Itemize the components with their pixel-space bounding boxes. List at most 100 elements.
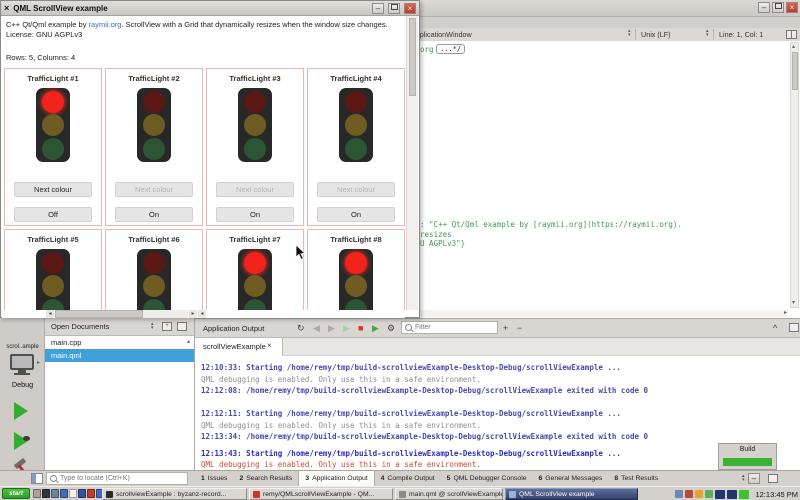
scroll-right-icon[interactable]: ▸ xyxy=(784,310,787,316)
toggle-button[interactable]: On xyxy=(317,207,395,222)
pane-button-general-messages[interactable]: 6 General Messages xyxy=(532,471,608,486)
qml-window-titlebar[interactable]: × QML ScrollView example – × xyxy=(1,1,419,16)
kit-selector-expand-icon[interactable]: ▸ xyxy=(37,360,40,366)
filter-field[interactable] xyxy=(401,321,498,334)
raymii-link[interactable]: raymii.org xyxy=(89,20,122,29)
tab-close-icon[interactable]: × xyxy=(267,341,272,350)
close-pane-icon[interactable] xyxy=(789,323,799,332)
editor-horizontal-scrollbar[interactable]: ▸ xyxy=(415,310,788,317)
list-scroll-up-icon[interactable]: ▴ xyxy=(187,339,190,345)
close-panel-icon[interactable] xyxy=(177,322,187,331)
red-lamp xyxy=(345,90,367,113)
forward-icon[interactable]: ▶ xyxy=(328,320,335,337)
launcher-media-player[interactable] xyxy=(87,489,95,498)
next-colour-button[interactable]: Next colour xyxy=(317,182,395,197)
tray-volume[interactable] xyxy=(675,490,684,498)
scrollbar-thumb[interactable] xyxy=(792,52,798,90)
zoom-in-icon[interactable]: + xyxy=(503,320,508,337)
line-ending-dropdown-icon[interactable]: ▴ ▾ xyxy=(706,29,709,37)
scrollbar-thumb[interactable] xyxy=(55,310,143,318)
debug-run-button[interactable] xyxy=(14,432,30,450)
tray-clipboard[interactable] xyxy=(695,490,704,498)
toolbar-separator xyxy=(635,29,636,40)
tray-network[interactable] xyxy=(705,490,714,498)
scroll-up-icon[interactable]: ▴ xyxy=(792,44,795,50)
sort-icon[interactable]: ▴ ▾ xyxy=(151,322,154,330)
output-tab-label: scrollViewExample xyxy=(203,342,266,351)
zoom-out-icon[interactable]: − xyxy=(517,320,522,337)
show-panel-icon[interactable] xyxy=(768,474,778,483)
next-colour-button[interactable]: Next colour xyxy=(14,182,92,197)
back-icon[interactable]: ◀ xyxy=(313,320,320,337)
launcher-file-manager[interactable] xyxy=(51,489,59,498)
task-button[interactable]: remy/QMLscrollViewExample - QM... xyxy=(249,488,393,500)
settings-gear-icon[interactable]: ⚙ xyxy=(387,320,395,337)
toggle-button[interactable]: On xyxy=(216,207,294,222)
tray-workspace-1[interactable] xyxy=(715,489,726,499)
symbol-selector[interactable]: ApplicationWindow xyxy=(411,30,472,39)
run-button[interactable] xyxy=(14,402,28,420)
document-item[interactable]: main.qml xyxy=(45,349,194,362)
editor-vertical-scrollbar[interactable]: ▴ ▾ xyxy=(790,42,799,308)
tray-updates[interactable] xyxy=(685,490,694,498)
scroll-right-icon[interactable]: ▸ xyxy=(189,310,197,318)
scroll-left-icon[interactable]: ◂ xyxy=(198,310,206,318)
task-button[interactable]: main.qml @ scrollViewExample [m... xyxy=(395,488,503,500)
filter-input[interactable] xyxy=(415,324,494,331)
qtcreator-minimize-button[interactable]: – xyxy=(758,2,770,13)
task-button[interactable]: scrollviewExample : byzanz-record... xyxy=(102,488,247,500)
pane-button-test-results[interactable]: 8 Test Results xyxy=(608,471,664,486)
locator-input[interactable] xyxy=(60,475,184,482)
pane-button-issues[interactable]: 1 Issues xyxy=(195,471,233,486)
toggle-button[interactable]: Off xyxy=(14,207,92,222)
pane-button-search-results[interactable]: 2 Search Results xyxy=(233,471,298,486)
run-output-icon[interactable]: ▶ xyxy=(343,320,350,337)
pane-button-qml-debugger-console[interactable]: 5 QML Debugger Console xyxy=(441,471,533,486)
line-ending-selector[interactable]: Unix (LF) xyxy=(641,30,671,39)
tray-desktop[interactable] xyxy=(739,489,750,499)
qtcreator-close-button[interactable]: × xyxy=(786,2,798,13)
stop-icon[interactable]: ■ xyxy=(358,320,363,337)
qml-vertical-scrollbar[interactable] xyxy=(406,16,418,310)
pane-button-application-output[interactable]: 3 Application Output xyxy=(298,471,375,486)
open-documents-header: Open Documents ▴ ▾ + xyxy=(45,318,194,336)
locator-field[interactable] xyxy=(46,472,188,485)
tray-workspace-2[interactable] xyxy=(727,489,738,499)
toggle-sidebar-icon[interactable] xyxy=(31,473,43,484)
rerun-icon[interactable]: ↻ xyxy=(297,320,305,337)
start-button[interactable]: start xyxy=(2,488,30,499)
symbol-dropdown-icon[interactable]: ▴ ▾ xyxy=(628,29,631,37)
scrollbar-thumb[interactable] xyxy=(409,18,416,96)
launcher-image-viewer[interactable] xyxy=(33,489,41,498)
launcher-browser[interactable] xyxy=(60,489,68,498)
kit-selector-monitor-icon[interactable] xyxy=(10,354,34,370)
pane-sort-icon[interactable]: ▴ ▾ xyxy=(742,474,745,482)
pane-button-compile-output[interactable]: 4 Compile Output xyxy=(375,471,441,486)
debug-run-output-icon[interactable]: ▶ xyxy=(372,320,379,337)
document-item[interactable]: main.cpp xyxy=(45,336,194,349)
qtcreator-maximize-button[interactable] xyxy=(772,2,784,13)
console-line: 12:12:11: Starting /home/remy/tmp/build-… xyxy=(201,409,621,418)
kit-selector-mode-label[interactable]: Debug xyxy=(0,380,45,389)
folded-comment-marker[interactable]: ...*/ xyxy=(436,44,466,54)
kit-selector-project-label[interactable]: scrol..ample xyxy=(0,344,45,350)
next-colour-button[interactable]: Next colour xyxy=(216,182,294,197)
maximize-pane-icon[interactable]: ^ xyxy=(773,320,777,337)
split-editor-icon[interactable] xyxy=(786,30,797,39)
qml-close-button[interactable]: × xyxy=(404,2,416,14)
qml-horizontal-scrollbar[interactable]: ◂ ▸ ◂ xyxy=(2,310,405,318)
qml-minimize-button[interactable]: – xyxy=(372,2,384,14)
pane-label: Application Output xyxy=(312,475,368,482)
next-colour-button[interactable]: Next colour xyxy=(115,182,193,197)
launcher-text-editor[interactable] xyxy=(69,489,77,498)
scroll-left-icon[interactable]: ◂ xyxy=(46,310,54,318)
qml-maximize-button[interactable] xyxy=(388,2,400,14)
task-button[interactable]: QML ScrollView example xyxy=(505,488,638,500)
minimize-output-button[interactable]: – xyxy=(748,473,760,484)
scroll-down-icon[interactable]: ▾ xyxy=(792,300,795,306)
output-tab[interactable]: scrollViewExample × xyxy=(195,338,283,356)
launcher-terminal[interactable] xyxy=(42,489,50,498)
launcher-office[interactable] xyxy=(78,489,86,498)
split-panel-icon[interactable]: + xyxy=(162,322,172,331)
toggle-button[interactable]: On xyxy=(115,207,193,222)
